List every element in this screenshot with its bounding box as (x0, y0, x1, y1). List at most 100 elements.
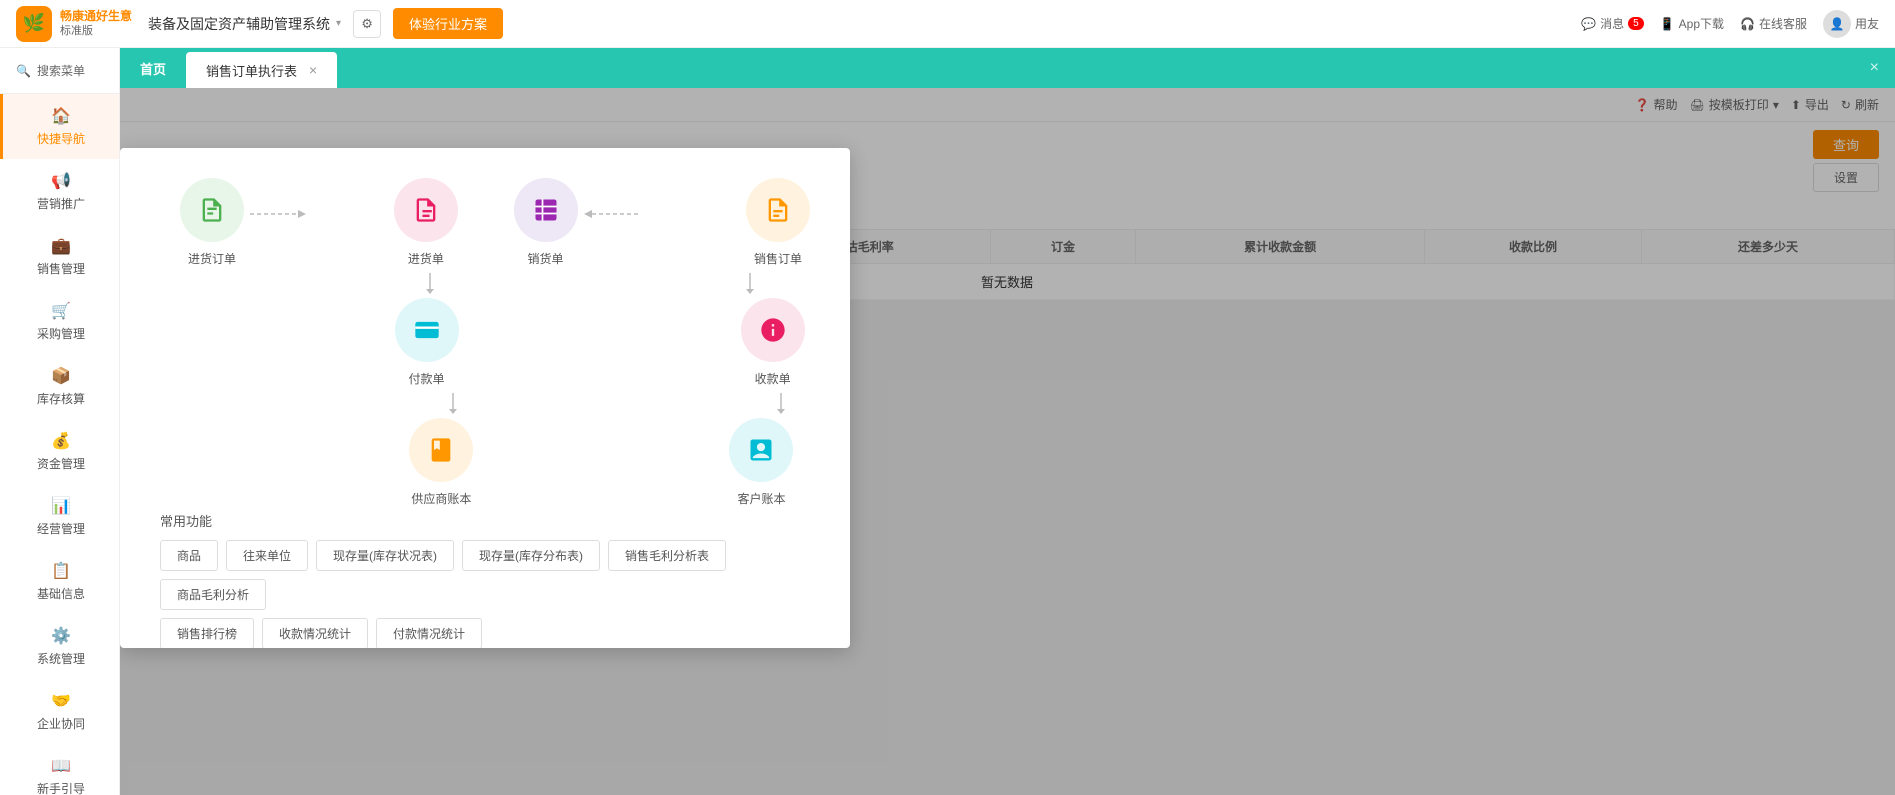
modal-overlay: 进货订单 (120, 88, 1895, 795)
header-right: 💬 消息 5 📱 App下载 🎧 在线客服 👤 用友 (1581, 10, 1879, 38)
receipt-slip-label: 收款单 (755, 370, 791, 387)
sales-slip-label: 销货单 (528, 250, 564, 267)
sidebar-item-label: 经营管理 (37, 520, 85, 537)
purchase-order-circle (180, 178, 244, 242)
sidebar-item-label: 系统管理 (37, 650, 85, 667)
sidebar-item-label: 快捷导航 (37, 130, 85, 147)
func-btn-stock-status[interactable]: 现存量(库存状况表) (316, 540, 454, 571)
func-btn-goods-profit[interactable]: 商品毛利分析 (160, 579, 266, 610)
sidebar-item-inventory[interactable]: 📦 库存核算 (0, 354, 119, 419)
message-icon: 💬 (1581, 17, 1596, 31)
sidebar-item-enterprise[interactable]: 🤝 企业协同 (0, 679, 119, 744)
user-area[interactable]: 👤 用友 (1823, 10, 1879, 38)
payment-slip-label: 付款单 (409, 370, 445, 387)
trial-button[interactable]: 体验行业方案 (393, 8, 503, 39)
sidebar-item-system[interactable]: ⚙️ 系统管理 (0, 614, 119, 679)
sidebar-search-area: 🔍 搜索菜单 (0, 48, 119, 94)
enterprise-icon: 🤝 (51, 691, 71, 711)
top-header: 🌿 畅康通好生意 标准版 装备及固定资产辅助管理系统 ▾ ⚙ 体验行业方案 💬 … (0, 0, 1895, 48)
arrow-down-receipt (752, 391, 810, 418)
message-badge: 5 (1628, 17, 1644, 30)
sidebar-item-label: 资金管理 (37, 455, 85, 472)
tab-bar: 首页 销售订单执行表 × × (120, 48, 1895, 88)
guide-icon: 📖 (51, 756, 71, 776)
func-btn-sales-rank[interactable]: 销售排行榜 (160, 618, 254, 648)
tab-home-label: 首页 (140, 59, 166, 78)
sidebar-item-label: 新手引导 (37, 780, 85, 795)
arrow-down-purchase (390, 271, 470, 298)
sidebar-item-sales[interactable]: 💼 销售管理 (0, 224, 119, 289)
tab-sales-order-label: 销售订单执行表 (206, 61, 297, 80)
tab-sales-order-exec[interactable]: 销售订单执行表 × (186, 52, 337, 88)
sidebar-item-guide[interactable]: 📖 新手引导 (0, 744, 119, 795)
common-functions: 常用功能 商品 往来单位 现存量(库存状况表) 现存量(库存分布表) 销售毛利分… (160, 511, 810, 648)
payment-row: 付款单 收款单 (160, 298, 810, 387)
phone-icon: 📱 (1660, 17, 1675, 31)
message-action[interactable]: 💬 消息 5 (1581, 15, 1644, 32)
online-service-action[interactable]: 🎧 在线客服 (1740, 15, 1807, 32)
sidebar-item-label: 销售管理 (37, 260, 85, 277)
purchase-icon: 🛒 (51, 301, 71, 321)
sales-order-node: 销售订单 (746, 178, 810, 267)
supplier-book-node: 供应商账本 (393, 418, 490, 507)
customer-book-node: 客户账本 (713, 418, 810, 507)
system-icon: ⚙️ (51, 626, 71, 646)
basic-info-icon: 📋 (51, 561, 71, 581)
inventory-icon: 📦 (51, 366, 71, 386)
sales-order-circle (746, 178, 810, 242)
search-menu-button[interactable]: 🔍 搜索菜单 (8, 58, 111, 83)
sales-slip-node: 销货单 (514, 178, 578, 267)
app-download-action[interactable]: 📱 App下载 (1660, 15, 1724, 32)
purchase-order-label: 进货订单 (188, 250, 236, 267)
tab-bar-close-button[interactable]: × (1854, 48, 1895, 88)
func-buttons-row1: 商品 往来单位 现存量(库存状况表) 现存量(库存分布表) 销售毛利分析表 商品… (160, 540, 810, 610)
page-content: ❓ 帮助 🖨 按模板打印 ▾ ⬆ 导出 ↻ 刷新 (120, 88, 1895, 795)
chevron-down-icon[interactable]: ▾ (336, 18, 341, 29)
func-btn-sales-profit[interactable]: 销售毛利分析表 (608, 540, 726, 571)
app-container: 🌿 畅康通好生意 标准版 装备及固定资产辅助管理系统 ▾ ⚙ 体验行业方案 💬 … (0, 0, 1895, 795)
logo-area: 🌿 畅康通好生意 标准版 (16, 6, 136, 42)
customer-book-circle (729, 418, 793, 482)
sales-order-label: 销售订单 (754, 250, 802, 267)
purchase-order-node: 进货订单 (180, 178, 244, 267)
modal-box: 进货订单 (120, 148, 850, 648)
func-btn-goods[interactable]: 商品 (160, 540, 218, 571)
message-label: 消息 (1600, 15, 1624, 32)
arrow-purchase-to-slip (244, 204, 394, 224)
tab-home[interactable]: 首页 (120, 48, 186, 88)
purchase-flow-row: 进货订单 (160, 178, 458, 267)
sidebar-item-operations[interactable]: 📊 经营管理 (0, 484, 119, 549)
sales-slip-circle (514, 178, 578, 242)
sidebar-item-label: 营销推广 (37, 195, 85, 212)
func-btn-payment-stats[interactable]: 付款情况统计 (376, 618, 482, 648)
arrows-row2 (160, 271, 810, 298)
purchase-slip-label: 进货单 (408, 250, 444, 267)
search-icon: 🔍 (16, 64, 31, 78)
settings-icon[interactable]: ⚙ (353, 10, 381, 38)
user-name: 用友 (1855, 15, 1879, 32)
system-title: 装备及固定资产辅助管理系统 ▾ (148, 14, 341, 34)
tab-close-icon[interactable]: × (309, 62, 317, 78)
finance-icon: 💰 (51, 431, 71, 451)
common-title: 常用功能 (160, 511, 810, 530)
sales-flow-row: 销货单 (514, 178, 810, 267)
sidebar-item-quick-nav[interactable]: 🏠 快捷导航 (0, 94, 119, 159)
marketing-icon: 📢 (51, 171, 71, 191)
sidebar-item-label: 企业协同 (37, 715, 85, 732)
sidebar-item-label: 采购管理 (37, 325, 85, 342)
sidebar-item-marketing[interactable]: 📢 营销推广 (0, 159, 119, 224)
func-btn-partners[interactable]: 往来单位 (226, 540, 308, 571)
app-download-label: App下载 (1679, 15, 1724, 32)
supplier-book-label: 供应商账本 (411, 490, 471, 507)
sidebar-item-basic-info[interactable]: 📋 基础信息 (0, 549, 119, 614)
sidebar-item-finance[interactable]: 💰 资金管理 (0, 419, 119, 484)
arrows-row4 (160, 391, 810, 418)
func-buttons-row2: 销售排行榜 收款情况统计 付款情况统计 (160, 618, 810, 648)
sidebar-item-purchase[interactable]: 🛒 采购管理 (0, 289, 119, 354)
logo-text: 畅康通好生意 标准版 (60, 9, 132, 39)
brand-sub: 标准版 (60, 24, 132, 38)
main-body: 🔍 搜索菜单 🏠 快捷导航 📢 营销推广 💼 销售管理 🛒 采购管理 (0, 48, 1895, 795)
func-btn-stock-dist[interactable]: 现存量(库存分布表) (462, 540, 600, 571)
func-btn-receipt-stats[interactable]: 收款情况统计 (262, 618, 368, 648)
home-icon: 🏠 (51, 106, 71, 126)
